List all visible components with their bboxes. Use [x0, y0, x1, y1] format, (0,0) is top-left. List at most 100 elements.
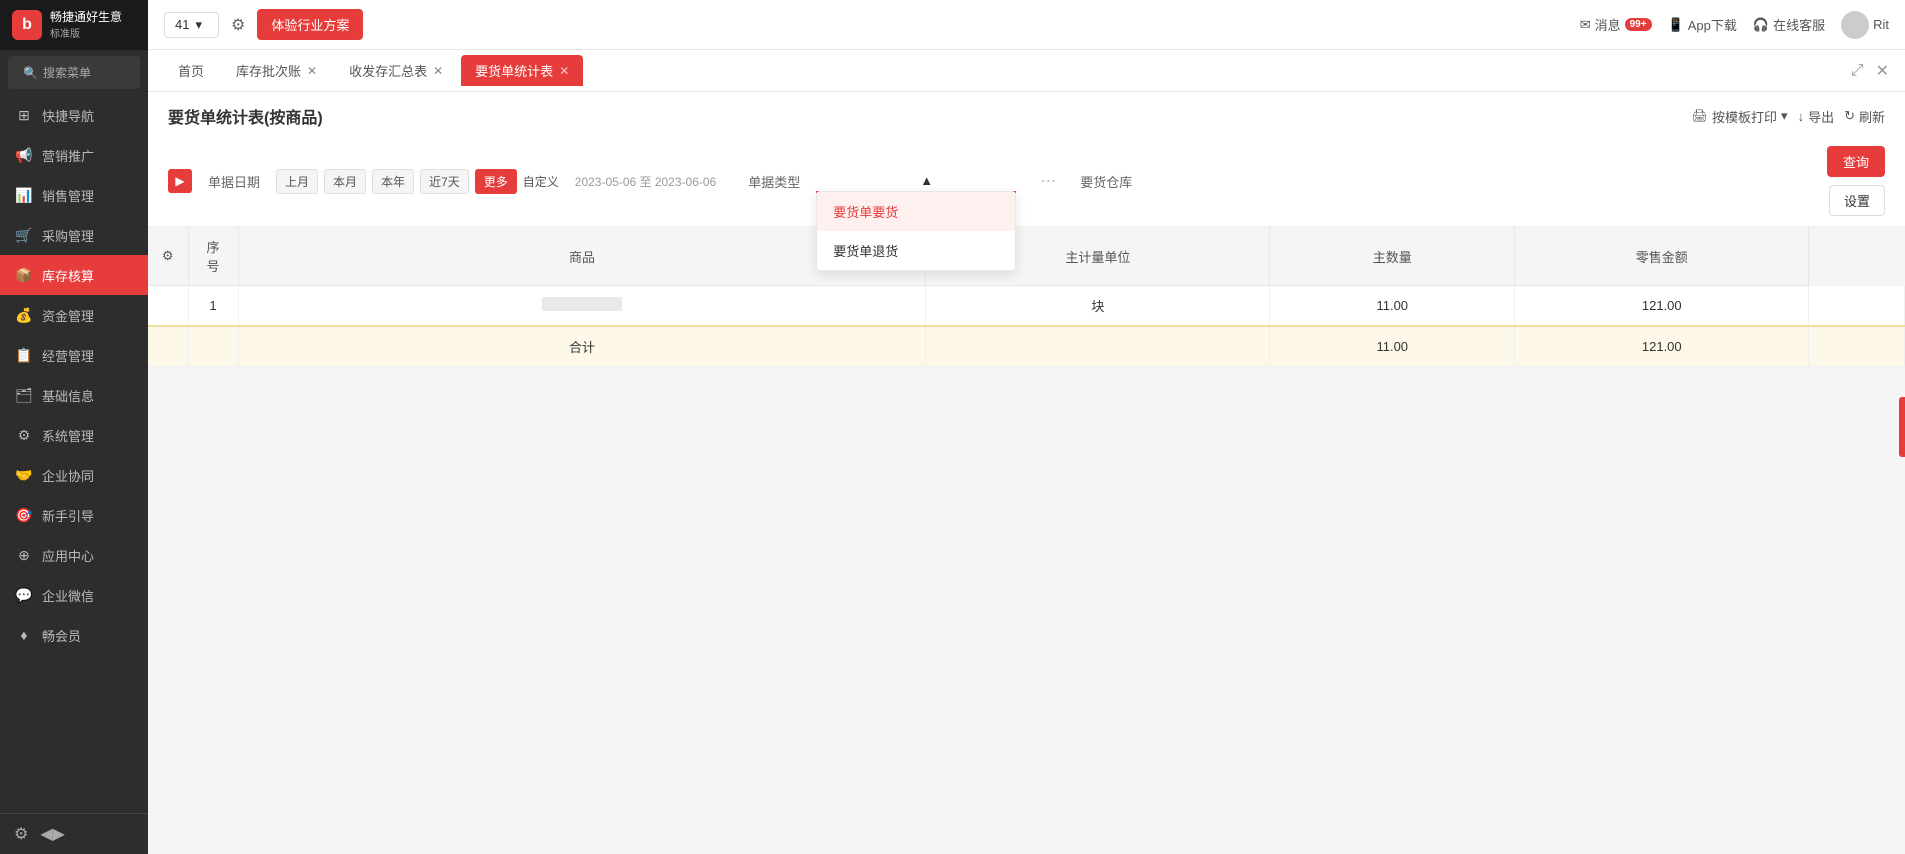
- company-selector[interactable]: 41 ▾: [164, 12, 219, 38]
- sidebar-item-marketing[interactable]: 📢 营销推广: [0, 135, 148, 175]
- search-menu-label: 搜索菜单: [43, 64, 91, 81]
- tab-maximize-icon[interactable]: ⤢: [1851, 62, 1864, 80]
- trial-button[interactable]: 体验行业方案: [257, 9, 363, 40]
- page-title: 要货单统计表(按商品): [168, 104, 323, 128]
- table-row: 1 块 11.00 121.00: [148, 286, 1905, 327]
- sidebar-item-guide[interactable]: 🎯 新手引导: [0, 495, 148, 535]
- message-badge: 99+: [1625, 18, 1652, 31]
- row-num: 1: [188, 286, 238, 327]
- this-month-button[interactable]: 本月: [324, 169, 366, 194]
- app-title: 畅捷通好生意: [50, 10, 122, 26]
- username-label: Rit: [1873, 17, 1889, 32]
- topbar-left: 41 ▾ ⚙ 体验行业方案: [164, 9, 363, 40]
- sidebar-item-base-info[interactable]: 🗂 基础信息: [0, 375, 148, 415]
- filter-expand-button[interactable]: ▶: [168, 169, 192, 193]
- sidebar-item-inventory[interactable]: 📦 库存核算: [0, 255, 148, 295]
- type-select[interactable]: ▲ 要货单要货 要货单退货: [816, 170, 1016, 193]
- date-options: 上月 本月 本年 近7天 更多 自定义: [276, 169, 559, 194]
- refresh-button[interactable]: ↻ 刷新: [1844, 107, 1885, 126]
- page-actions: 🖨 按模板打印 ▾ ↓ 导出 ↻ 刷新: [1692, 107, 1886, 126]
- sidebar-item-label: 企业微信: [42, 586, 94, 605]
- col-header-main-qty: 主数量: [1270, 227, 1515, 286]
- this-year-button[interactable]: 本年: [372, 169, 414, 194]
- tab-close-icon[interactable]: ✕: [1876, 61, 1889, 81]
- filter-bar: ▶ 单据日期 上月 本月 本年 近7天 更多 自定义 2023-05-06 至 …: [148, 136, 1905, 227]
- app-subtitle: 标准版: [50, 25, 122, 40]
- row-main-qty: 11.00: [1270, 286, 1515, 327]
- print-template-button[interactable]: 🖨 按模板打印 ▾: [1692, 107, 1788, 126]
- totals-empty-1: [148, 326, 188, 367]
- table-header-row: ⚙ 序号 商品 主计量单位 主数量 零售金额: [148, 227, 1905, 286]
- page-content: 要货单统计表(按商品) 🖨 按模板打印 ▾ ↓ 导出 ↻ 刷新 ▶: [148, 92, 1905, 854]
- warehouse-label: 要货仓库: [1080, 172, 1132, 191]
- export-icon: ↓: [1798, 109, 1805, 124]
- online-service-label: 在线客服: [1773, 15, 1825, 34]
- row-unit: 块: [926, 286, 1270, 327]
- topbar-gear-icon[interactable]: ⚙: [227, 11, 249, 39]
- sidebar-item-label: 资金管理: [42, 306, 94, 325]
- refresh-icon: ↻: [1844, 108, 1855, 124]
- sidebar-item-label: 营销推广: [42, 146, 94, 165]
- tab-home[interactable]: 首页: [164, 55, 218, 86]
- tab-inventory-batch[interactable]: 库存批次账 ✕: [222, 55, 331, 86]
- sidebar-item-label: 销售管理: [42, 186, 94, 205]
- sidebar-item-purchase[interactable]: 🛒 采购管理: [0, 215, 148, 255]
- sidebar-item-enterprise[interactable]: 🤝 企业协同: [0, 455, 148, 495]
- totals-main-qty: 11.00: [1270, 326, 1515, 367]
- settings-icon: ⚙: [162, 248, 174, 263]
- sidebar-item-wechat[interactable]: 💬 企业微信: [0, 575, 148, 615]
- last-7days-button[interactable]: 近7天: [420, 169, 469, 194]
- quick-nav-icon: ⊞: [14, 105, 34, 125]
- app-download-label: App下载: [1688, 15, 1737, 34]
- sidebar-item-label: 基础信息: [42, 386, 94, 405]
- more-options-icon[interactable]: ⋯: [1040, 171, 1056, 191]
- online-service-button[interactable]: 🎧 在线客服: [1753, 15, 1825, 34]
- search-menu[interactable]: 🔍 搜索菜单: [8, 56, 140, 89]
- tab-inventory-batch-close[interactable]: ✕: [307, 64, 317, 78]
- dropdown-item-request-return[interactable]: 要货单退货: [817, 231, 1015, 270]
- filter-settings-button[interactable]: 设置: [1829, 185, 1885, 216]
- sidebar-item-finance[interactable]: 💰 资金管理: [0, 295, 148, 335]
- more-dates-button[interactable]: 更多: [475, 169, 517, 194]
- sidebar-item-label: 库存核算: [42, 266, 94, 285]
- col-header-num: 序号: [188, 227, 238, 286]
- col-header-settings[interactable]: ⚙: [148, 227, 188, 286]
- sidebar-item-operations[interactable]: 📋 经营管理: [0, 335, 148, 375]
- sidebar-item-quick-nav[interactable]: ⊞ 快捷导航: [0, 95, 148, 135]
- operations-icon: 📋: [14, 345, 34, 365]
- user-avatar-button[interactable]: Rit: [1841, 11, 1889, 39]
- system-icon: ⚙: [14, 425, 34, 445]
- inventory-icon: 📦: [14, 265, 34, 285]
- sidebar-item-app-center[interactable]: ⊕ 应用中心: [0, 535, 148, 575]
- row-retail-amount: 121.00: [1515, 286, 1809, 327]
- col-header-retail-amount: 零售金额: [1515, 227, 1809, 286]
- tab-receive-summary[interactable]: 收发存汇总表 ✕: [335, 55, 457, 86]
- custom-date-button[interactable]: 自定义: [523, 173, 559, 190]
- app-download-button[interactable]: 📱 App下载: [1668, 15, 1737, 34]
- message-button[interactable]: ✉ 消息 99+: [1580, 15, 1652, 34]
- sidebar-item-label: 企业协同: [42, 466, 94, 485]
- row-spacer: [1809, 286, 1905, 327]
- export-button[interactable]: ↓ 导出: [1798, 107, 1835, 126]
- app-center-icon: ⊕: [14, 545, 34, 565]
- dropdown-item-request-order[interactable]: 要货单要货: [817, 192, 1015, 231]
- sidebar-item-system[interactable]: ⚙ 系统管理: [0, 415, 148, 455]
- last-month-button[interactable]: 上月: [276, 169, 318, 194]
- query-button[interactable]: 查询: [1827, 146, 1885, 177]
- collapse-sidebar-button[interactable]: ◀▶: [40, 824, 65, 844]
- topbar: 41 ▾ ⚙ 体验行业方案 ✉ 消息 99+ 📱 App下载 🎧 在线客服 R: [148, 0, 1905, 50]
- print-dropdown-icon: ▾: [1781, 108, 1788, 124]
- settings-icon[interactable]: ⚙: [14, 824, 28, 844]
- totals-retail-amount: 121.00: [1515, 326, 1809, 367]
- tab-home-label: 首页: [178, 61, 204, 80]
- tab-request-summary-close[interactable]: ✕: [559, 64, 569, 78]
- sidebar-item-label: 快捷导航: [42, 106, 94, 125]
- totals-empty-3: [926, 326, 1270, 367]
- export-label: 导出: [1808, 107, 1834, 126]
- tab-request-summary[interactable]: 要货单统计表 ✕: [461, 55, 583, 86]
- sidebar-item-vip[interactable]: ♦ 畅会员: [0, 615, 148, 655]
- scroll-indicator[interactable]: [1899, 397, 1905, 457]
- tab-receive-summary-close[interactable]: ✕: [433, 64, 443, 78]
- sidebar-item-sales[interactable]: 📊 销售管理: [0, 175, 148, 215]
- type-label: 单据类型: [748, 172, 800, 191]
